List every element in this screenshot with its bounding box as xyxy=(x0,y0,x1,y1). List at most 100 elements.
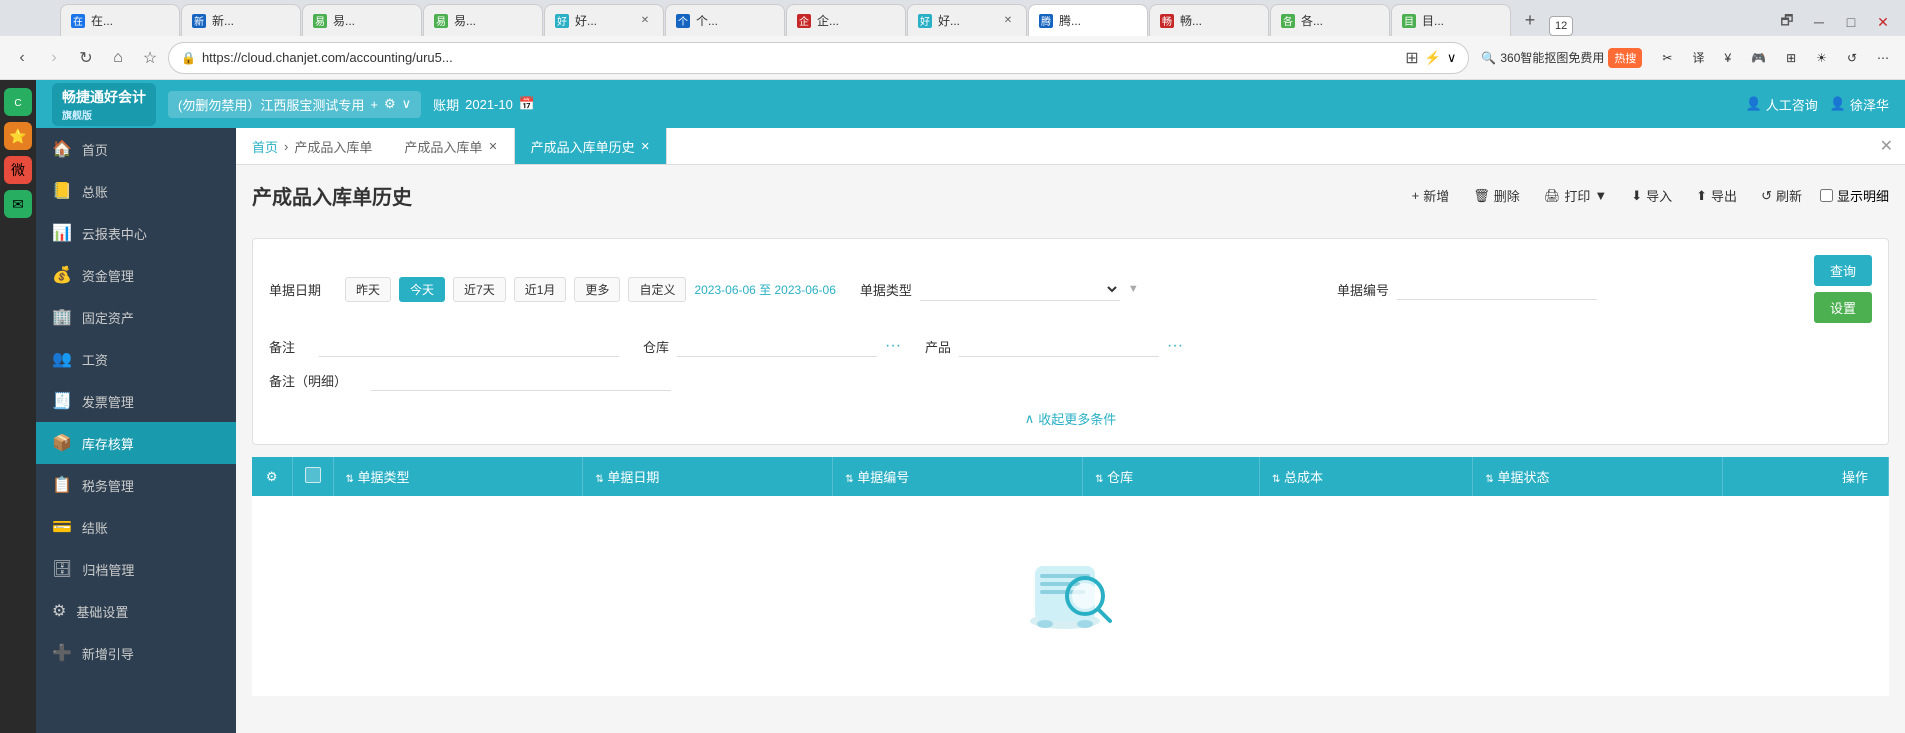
remark-filter-input[interactable] xyxy=(319,335,619,357)
number-filter-input[interactable] xyxy=(1397,278,1597,300)
tab-close-hao1[interactable]: ✕ xyxy=(637,13,653,29)
translate-tool[interactable]: 译 xyxy=(1684,44,1712,72)
tab-yi2[interactable]: 易 易... xyxy=(423,4,543,36)
sidebar-item-checkout[interactable]: 💳 结账 xyxy=(36,506,236,548)
minimize-button[interactable]: ─ xyxy=(1805,8,1833,36)
sidebar-item-basic[interactable]: ⚙ 基础设置 xyxy=(36,590,236,632)
col-check[interactable] xyxy=(292,457,333,496)
tab-title-teng: 腾... xyxy=(1059,12,1137,29)
company-selector[interactable]: (勿删勿禁用）江西服宝测试专用 + ⚙ ∨ xyxy=(168,91,421,118)
back-button[interactable]: ‹ xyxy=(8,44,36,72)
theme-tool[interactable]: ☀ xyxy=(1808,44,1835,72)
grid-tool[interactable]: ⊞ xyxy=(1778,44,1804,72)
scissors-tool[interactable]: ✂ xyxy=(1654,44,1680,72)
chanjet-icon[interactable]: C xyxy=(4,88,32,116)
address-dropdown-icon[interactable]: ∨ xyxy=(1447,50,1457,66)
bolt-icon[interactable]: ⚡ xyxy=(1425,50,1441,66)
warehouse-dots[interactable]: ··· xyxy=(885,337,901,355)
col-status[interactable]: ⇅ 单据状态 xyxy=(1473,457,1723,496)
red-app-icon[interactable]: 微 xyxy=(4,156,32,184)
address-bar[interactable]: 🔒 https://cloud.chanjet.com/accounting/u… xyxy=(168,42,1469,74)
tab-hao2[interactable]: 好 好... ✕ xyxy=(907,4,1027,36)
last7days-btn[interactable]: 近7天 xyxy=(453,277,506,302)
game-tool[interactable]: 🎮 xyxy=(1743,44,1774,72)
export-button[interactable]: ⬆ 导出 xyxy=(1690,182,1743,209)
detail-remark-input[interactable] xyxy=(371,369,671,391)
sidebar-item-fund[interactable]: 💰 资金管理 xyxy=(36,254,236,296)
close-window-button[interactable]: ✕ xyxy=(1869,8,1897,36)
today-btn[interactable]: 今天 xyxy=(399,277,445,302)
restore-button[interactable]: 🗗 xyxy=(1773,8,1801,36)
settings-button[interactable]: 设置 xyxy=(1814,292,1872,323)
tab-mu[interactable]: 目 目... xyxy=(1391,4,1511,36)
last1month-btn[interactable]: 近1月 xyxy=(514,277,567,302)
import-button[interactable]: ⬇ 导入 xyxy=(1625,182,1678,209)
refresh-data-button[interactable]: ↺ 刷新 xyxy=(1755,182,1808,209)
maximize-button[interactable]: □ xyxy=(1837,8,1865,36)
page-tab-history[interactable]: 产成品入库单历史 ✕ xyxy=(515,128,667,164)
page-tab-history-close[interactable]: ✕ xyxy=(641,140,650,153)
add-button[interactable]: + 新增 xyxy=(1406,182,1456,209)
product-filter-input[interactable] xyxy=(959,335,1159,357)
tab-zai[interactable]: 在 在... xyxy=(60,4,180,36)
user-profile[interactable]: 👤 徐泽华 xyxy=(1830,95,1889,114)
header-checkbox[interactable] xyxy=(305,467,321,483)
type-filter-select[interactable] xyxy=(920,277,1120,301)
tab-close-hao2[interactable]: ✕ xyxy=(1000,13,1016,29)
calendar-icon[interactable]: 📅 xyxy=(519,96,535,112)
tab-ge[interactable]: 个 个... xyxy=(665,4,785,36)
collapse-button[interactable]: ∧ 收起更多条件 xyxy=(1025,409,1117,428)
tab-ge2[interactable]: 各 各... xyxy=(1270,4,1390,36)
sidebar-item-new-guide[interactable]: ➕ 新增引导 xyxy=(36,632,236,674)
col-number[interactable]: ⇅ 单据编号 xyxy=(833,457,1083,496)
sidebar-item-cloud-report[interactable]: 📊 云报表中心 xyxy=(36,212,236,254)
currency-tool[interactable]: ¥ xyxy=(1716,44,1739,72)
query-button[interactable]: 查询 xyxy=(1814,255,1872,286)
show-detail-checkbox-container[interactable]: 显示明细 xyxy=(1820,186,1889,205)
sidebar-item-ledger[interactable]: 📒 总账 xyxy=(36,170,236,212)
sidebar-item-inventory[interactable]: 📦 库存核算 xyxy=(36,422,236,464)
tab-xin[interactable]: 新 新... xyxy=(181,4,301,36)
bookmark-button[interactable]: ☆ xyxy=(136,44,164,72)
col-gear[interactable]: ⚙ xyxy=(252,457,292,496)
tab-yi1[interactable]: 易 易... xyxy=(302,4,422,36)
print-button[interactable]: 🖨 打印 ▼ xyxy=(1538,182,1613,209)
sidebar-item-salary[interactable]: 👥 工资 xyxy=(36,338,236,380)
col-date[interactable]: ⇅ 单据日期 xyxy=(583,457,833,496)
tab-qi[interactable]: 企 企... xyxy=(786,4,906,36)
breadcrumb-home[interactable]: 首页 xyxy=(252,137,278,156)
content-close-button[interactable]: ✕ xyxy=(1868,128,1905,164)
delete-button[interactable]: 🗑 删除 xyxy=(1467,182,1526,209)
col-warehouse[interactable]: ⇅ 仓库 xyxy=(1083,457,1260,496)
yesterday-btn[interactable]: 昨天 xyxy=(345,277,391,302)
warehouse-filter-input[interactable] xyxy=(677,335,877,357)
more-btn[interactable]: 更多 xyxy=(574,277,620,302)
page-tab-list-close[interactable]: ✕ xyxy=(488,140,497,153)
page-tab-list[interactable]: 产成品入库单 ✕ xyxy=(388,128,514,164)
col-cost[interactable]: ⇅ 总成本 xyxy=(1260,457,1473,496)
sidebar-item-invoice[interactable]: 🧾 发票管理 xyxy=(36,380,236,422)
more-tool[interactable]: ⋯ xyxy=(1869,44,1897,72)
tab-teng[interactable]: 腾 腾... xyxy=(1028,4,1148,36)
orange-app-icon[interactable]: ⭐ xyxy=(4,122,32,150)
show-detail-checkbox[interactable] xyxy=(1820,189,1833,202)
new-guide-sidebar-icon: ➕ xyxy=(52,643,72,663)
sidebar-item-tax[interactable]: 📋 税务管理 xyxy=(36,464,236,506)
custom-btn[interactable]: 自定义 xyxy=(628,277,686,302)
new-tab-button[interactable]: + xyxy=(1512,4,1548,36)
sidebar-item-home[interactable]: 🏠 首页 xyxy=(36,128,236,170)
refresh-button[interactable]: ↻ xyxy=(72,44,100,72)
address-menu-icon[interactable]: ⊞ xyxy=(1405,48,1418,68)
mail-icon[interactable]: ✉ xyxy=(4,190,32,218)
search-bar[interactable]: 🔍 360智能抠图免费用 热搜 xyxy=(1473,44,1650,72)
customer-service[interactable]: 👤 人工咨询 xyxy=(1746,95,1818,114)
sidebar-item-fixed-assets[interactable]: 🏢 固定资产 xyxy=(36,296,236,338)
tab-chang[interactable]: 畅 畅... xyxy=(1149,4,1269,36)
home-button[interactable]: ⌂ xyxy=(104,44,132,72)
sidebar-item-archive[interactable]: 🗄 归档管理 xyxy=(36,548,236,590)
forward-button[interactable]: › xyxy=(40,44,68,72)
tab-hao1[interactable]: 好 好... ✕ xyxy=(544,4,664,36)
product-dots[interactable]: ··· xyxy=(1167,337,1183,355)
undo-tool[interactable]: ↺ xyxy=(1839,44,1865,72)
col-type[interactable]: ⇅ 单据类型 xyxy=(333,457,583,496)
